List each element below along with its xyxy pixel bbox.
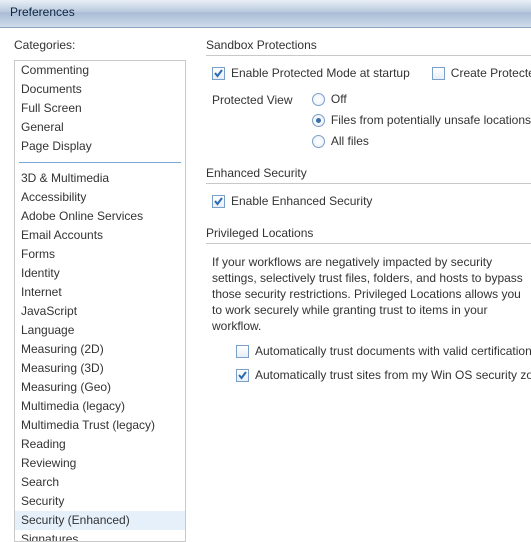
- category-item-internet[interactable]: Internet: [15, 283, 185, 302]
- category-divider: [19, 162, 181, 163]
- category-item-measuring-2d-[interactable]: Measuring (2D): [15, 340, 185, 359]
- sandbox-group: Sandbox Protections Enable Protected Mod…: [206, 38, 531, 148]
- protected-view-off[interactable]: Off: [312, 92, 531, 106]
- category-item-accessibility[interactable]: Accessibility: [15, 188, 185, 207]
- auto-trust-cert-label: Automatically trust documents with valid…: [255, 344, 531, 358]
- category-item-signatures[interactable]: Signatures: [15, 530, 185, 542]
- radio-unsafe-label: Files from potentially unsafe locations: [331, 113, 531, 127]
- category-item-measuring-geo-[interactable]: Measuring (Geo): [15, 378, 185, 397]
- category-item-adobe-online-services[interactable]: Adobe Online Services: [15, 207, 185, 226]
- category-item-measuring-3d-[interactable]: Measuring (3D): [15, 359, 185, 378]
- sidebar: Categories: CommentingDocumentsFull Scre…: [0, 28, 196, 529]
- radio-unsafe[interactable]: [312, 114, 325, 127]
- category-item-full-screen[interactable]: Full Screen: [15, 99, 185, 118]
- protected-view-options: Off Files from potentially unsafe locati…: [312, 92, 531, 148]
- protected-view-unsafe[interactable]: Files from potentially unsafe locations: [312, 113, 531, 127]
- auto-trust-zones-row: Automatically trust sites from my Win OS…: [236, 368, 531, 382]
- enhanced-row: Enable Enhanced Security: [212, 194, 531, 208]
- category-item-forms[interactable]: Forms: [15, 245, 185, 264]
- privileged-group: Privileged Locations If your workflows a…: [206, 226, 531, 382]
- category-item-multimedia-legacy-[interactable]: Multimedia (legacy): [15, 397, 185, 416]
- sandbox-title: Sandbox Protections: [206, 38, 531, 56]
- categories-header: Categories:: [14, 38, 186, 52]
- categories-list[interactable]: CommentingDocumentsFull ScreenGeneralPag…: [14, 60, 186, 542]
- radio-all[interactable]: [312, 135, 325, 148]
- enable-protected-mode-label: Enable Protected Mode at startup: [231, 66, 410, 80]
- category-item-commenting[interactable]: Commenting: [15, 61, 185, 80]
- create-protected-checkbox[interactable]: [432, 67, 445, 80]
- privileged-title: Privileged Locations: [206, 226, 531, 244]
- protected-view-all[interactable]: All files: [312, 134, 531, 148]
- category-item-multimedia-trust-legacy-[interactable]: Multimedia Trust (legacy): [15, 416, 185, 435]
- main-panel: Sandbox Protections Enable Protected Mod…: [196, 28, 531, 529]
- radio-off[interactable]: [312, 93, 325, 106]
- category-item-reading[interactable]: Reading: [15, 435, 185, 454]
- window-titlebar: Preferences: [0, 0, 531, 28]
- radio-off-label: Off: [331, 92, 347, 106]
- sandbox-top-row: Enable Protected Mode at startup Create …: [212, 66, 531, 80]
- protected-view-label: Protected View: [212, 92, 312, 107]
- enable-enhanced-label: Enable Enhanced Security: [231, 194, 372, 208]
- auto-trust-zones-label: Automatically trust sites from my Win OS…: [255, 368, 531, 382]
- window-title: Preferences: [10, 5, 75, 19]
- content: Categories: CommentingDocumentsFull Scre…: [0, 28, 531, 529]
- category-item-language[interactable]: Language: [15, 321, 185, 340]
- auto-trust-zones-checkbox[interactable]: [236, 369, 249, 382]
- category-item-3d-multimedia[interactable]: 3D & Multimedia: [15, 169, 185, 188]
- category-item-general[interactable]: General: [15, 118, 185, 137]
- category-item-reviewing[interactable]: Reviewing: [15, 454, 185, 473]
- enhanced-group: Enhanced Security Enable Enhanced Securi…: [206, 166, 531, 208]
- auto-trust-cert-row: Automatically trust documents with valid…: [236, 344, 531, 358]
- enable-protected-mode-checkbox[interactable]: [212, 67, 225, 80]
- category-item-search[interactable]: Search: [15, 473, 185, 492]
- category-item-security[interactable]: Security: [15, 492, 185, 511]
- create-protected-label: Create Protected: [451, 66, 531, 80]
- radio-all-label: All files: [331, 134, 369, 148]
- category-item-identity[interactable]: Identity: [15, 264, 185, 283]
- enable-enhanced-checkbox[interactable]: [212, 195, 225, 208]
- category-item-documents[interactable]: Documents: [15, 80, 185, 99]
- category-item-javascript[interactable]: JavaScript: [15, 302, 185, 321]
- category-item-page-display[interactable]: Page Display: [15, 137, 185, 156]
- enhanced-title: Enhanced Security: [206, 166, 531, 184]
- auto-trust-cert-checkbox[interactable]: [236, 345, 249, 358]
- privileged-desc: If your workflows are negatively impacte…: [212, 254, 531, 334]
- category-item-security-enhanced-[interactable]: Security (Enhanced): [15, 511, 185, 530]
- protected-view-row: Protected View Off Files from potentiall…: [212, 92, 531, 148]
- category-item-email-accounts[interactable]: Email Accounts: [15, 226, 185, 245]
